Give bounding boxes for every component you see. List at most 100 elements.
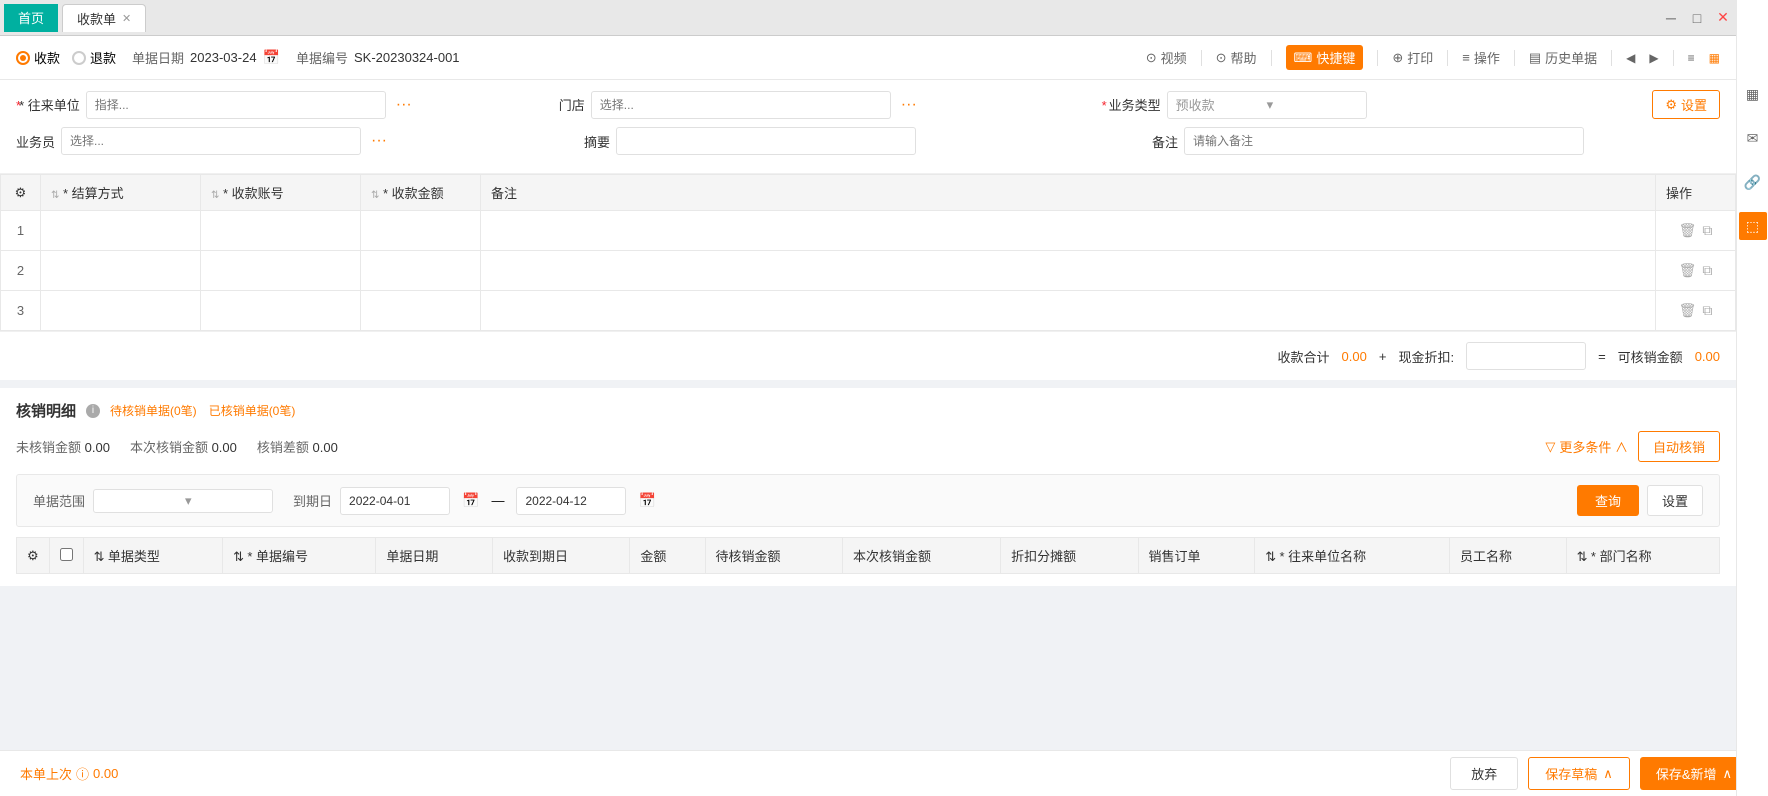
employee-more-icon[interactable]: ··· xyxy=(367,132,391,150)
row-amount-1[interactable] xyxy=(361,211,481,251)
row-account-1[interactable] xyxy=(201,211,361,251)
col-verify-amount: 本次核销金额 xyxy=(842,538,1000,574)
col-gear[interactable]: ⚙ xyxy=(17,538,50,574)
form-row-2: 业务员 ··· 摘要 备注 xyxy=(16,127,1720,155)
form-row-1: ** 往来单位 ··· 门店 ··· *业务类型 预收款 ▾ xyxy=(16,90,1720,119)
verification-section: 核销明细 i 待核销单据(0笔) 已核销单据(0笔) 未核销金额 0.00 本次… xyxy=(0,388,1736,586)
save-new-button[interactable]: 保存&新增 ∧ xyxy=(1640,757,1736,760)
copy-row-1[interactable]: ⧉ xyxy=(1702,222,1712,239)
range-select[interactable]: ▾ xyxy=(93,489,273,513)
row-settle-1[interactable] xyxy=(41,211,201,251)
copy-row-2[interactable]: ⧉ xyxy=(1702,262,1712,279)
row-remark-1[interactable] xyxy=(481,211,1656,251)
row-num-3: 3 xyxy=(1,291,41,331)
divider-6 xyxy=(1611,50,1612,66)
total-label: 收款合计 xyxy=(1278,347,1330,366)
business-type-select[interactable]: 预收款 ▾ xyxy=(1167,91,1367,119)
settings-button[interactable]: ⚙ 设置 xyxy=(1652,90,1720,119)
employee-input[interactable] xyxy=(61,127,361,155)
auto-verify-button[interactable]: 自动核销 xyxy=(1638,431,1720,462)
minimize-button[interactable]: ─ xyxy=(1662,9,1680,27)
delete-row-2[interactable]: 🗑 xyxy=(1679,262,1697,279)
row-account-3[interactable] xyxy=(201,291,361,331)
remark-input[interactable] xyxy=(1184,127,1584,155)
select-all-checkbox[interactable] xyxy=(60,548,73,561)
video-action[interactable]: ⊙ 视频 xyxy=(1146,48,1187,67)
shortcut-action[interactable]: ⌨ 快捷键 xyxy=(1286,45,1364,70)
date-to-calendar-icon[interactable]: 📅 xyxy=(638,492,655,509)
equal-label: = xyxy=(1598,349,1606,364)
next-nav[interactable]: ▶ xyxy=(1649,51,1658,65)
search-bar: 单据范围 ▾ 到期日 📅 — 📅 查询 设置 xyxy=(16,474,1720,527)
row-amount-3[interactable] xyxy=(361,291,481,331)
date-calendar-icon[interactable]: 📅 xyxy=(263,49,280,66)
help-action[interactable]: ⊙ 帮助 xyxy=(1216,48,1257,67)
col-type: ⇅ 单据类型 xyxy=(83,538,222,574)
operation-action[interactable]: ≡ 操作 xyxy=(1462,48,1500,67)
due-date-to[interactable] xyxy=(516,487,626,515)
menu-nav[interactable]: ≡ xyxy=(1688,51,1695,65)
history-action[interactable]: ▤ 历史单据 xyxy=(1529,48,1597,67)
shortcut-label: 快捷键 xyxy=(1316,48,1355,67)
delete-row-1[interactable]: 🗑 xyxy=(1679,222,1697,239)
settings-gear-icon: ⚙ xyxy=(1665,97,1677,113)
stat-diff-label: 核销差额 xyxy=(257,440,313,455)
more-conditions-btn[interactable]: ▽ 更多条件 ∧ xyxy=(1545,437,1628,456)
source-unit-label: ** 往来单位 xyxy=(16,95,80,114)
lower-settings-icon[interactable]: ⚙ xyxy=(27,548,39,563)
stat-current: 本次核销金额 0.00 xyxy=(130,437,237,456)
col-account: ⇅ * 收款账号 xyxy=(201,175,361,211)
search-actions: 查询 设置 xyxy=(1577,485,1703,516)
row-amount-2[interactable] xyxy=(361,251,481,291)
radio-receipt[interactable]: 收款 xyxy=(16,48,60,67)
date-from-calendar-icon[interactable]: 📅 xyxy=(462,492,479,509)
business-type-field: *业务类型 预收款 ▾ xyxy=(1102,91,1645,119)
stat-unverified-label: 未核销金额 xyxy=(16,440,85,455)
col-actions: 操作 xyxy=(1656,175,1736,211)
due-date-from[interactable] xyxy=(340,487,450,515)
stats-row: 未核销金额 0.00 本次核销金额 0.00 核销差额 0.00 ▽ 更多条件 … xyxy=(16,431,1720,462)
section-info-icon[interactable]: i xyxy=(86,404,100,418)
due-date-label: 到期日 xyxy=(293,491,332,510)
help-icon: ⊙ xyxy=(1216,50,1227,66)
verified-tab[interactable]: 已核销单据(0笔) xyxy=(209,402,296,419)
shortcut-icon: ⌨ xyxy=(1294,50,1313,66)
main-form: ** 往来单位 ··· 门店 ··· *业务类型 预收款 ▾ xyxy=(0,80,1736,380)
grid-nav[interactable]: ▦ xyxy=(1709,51,1720,65)
filter-area: ▽ 更多条件 ∧ 自动核销 xyxy=(1545,431,1720,462)
col-sales-order: 销售订单 xyxy=(1138,538,1255,574)
copy-row-3[interactable]: ⧉ xyxy=(1702,302,1712,319)
print-action[interactable]: ⊕ 打印 xyxy=(1392,48,1433,67)
close-button[interactable]: ✕ xyxy=(1714,9,1732,27)
lower-table-wrapper: ⚙ ⇅ 单据类型 ⇅ * 单据编号 单据日期 xyxy=(16,537,1720,574)
maximize-button[interactable]: □ xyxy=(1688,9,1706,27)
lower-settings-button[interactable]: 设置 xyxy=(1647,485,1703,516)
tab-home[interactable]: 首页 xyxy=(4,4,58,32)
delete-row-3[interactable]: 🗑 xyxy=(1679,302,1697,319)
radio-refund[interactable]: 退款 xyxy=(72,48,116,67)
divider-1 xyxy=(1201,50,1202,66)
prev-nav[interactable]: ◀ xyxy=(1626,51,1635,65)
source-unit-input[interactable] xyxy=(86,91,386,119)
store-more-icon[interactable]: ··· xyxy=(897,96,921,114)
pending-tab[interactable]: 待核销单据(0笔) xyxy=(110,402,197,419)
divider-7 xyxy=(1673,50,1674,66)
tab-receipt[interactable]: 收款单 ✕ xyxy=(62,4,146,32)
query-button[interactable]: 查询 xyxy=(1577,485,1639,516)
col-settings[interactable]: ⚙ xyxy=(1,175,41,211)
row-settle-2[interactable] xyxy=(41,251,201,291)
table-settings-icon[interactable]: ⚙ xyxy=(15,185,27,200)
summary-input[interactable] xyxy=(616,127,916,155)
discount-input[interactable] xyxy=(1466,342,1586,370)
row-remark-3[interactable] xyxy=(481,291,1656,331)
draft-button[interactable]: 保存草稿 ∧ xyxy=(1528,757,1630,760)
source-unit-field: ** 往来单位 ··· xyxy=(16,91,559,119)
row-settle-3[interactable] xyxy=(41,291,201,331)
source-unit-more-icon[interactable]: ··· xyxy=(392,96,416,114)
abandon-button[interactable]: 放弃 xyxy=(1450,757,1518,760)
date-field: 单据日期 2023-03-24 📅 xyxy=(132,48,280,67)
row-account-2[interactable] xyxy=(201,251,361,291)
store-input[interactable] xyxy=(591,91,891,119)
row-remark-2[interactable] xyxy=(481,251,1656,291)
tab-close-icon[interactable]: ✕ xyxy=(122,12,131,25)
